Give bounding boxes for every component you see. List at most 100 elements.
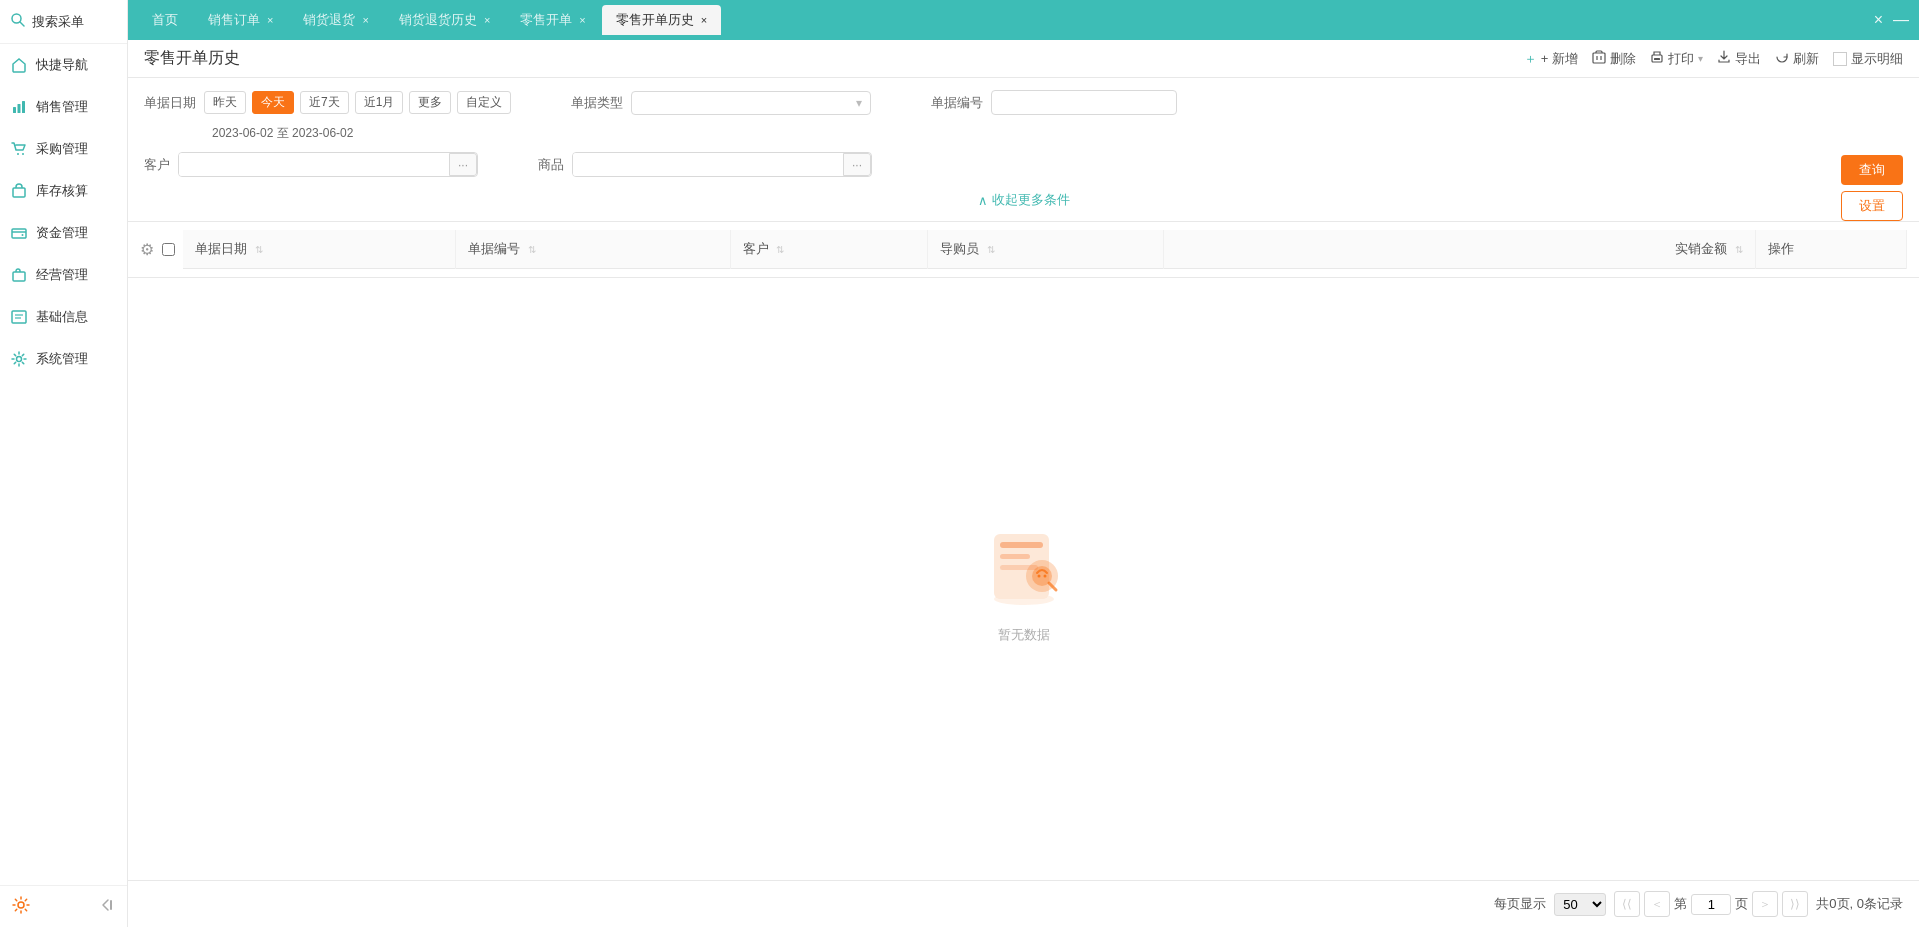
add-button[interactable]: ＋ + 新增 (1524, 50, 1578, 68)
col-date[interactable]: 单据日期 ⇅ (183, 230, 456, 269)
tab-bar: 首页 销售订单 × 销货退货 × 销货退货历史 × 零售开单 × 零售开单历史 … (128, 0, 1919, 40)
last-page-btn[interactable]: ⟩⟩ (1782, 891, 1808, 917)
collapse-btn[interactable]: ∧ 收起更多条件 (978, 191, 1070, 209)
date-filter-buttons: 昨天 今天 近7天 近1月 更多 自定义 (204, 91, 511, 114)
sidebar-item-label: 资金管理 (36, 224, 88, 242)
table-header-row: 单据日期 ⇅ 单据编号 ⇅ 客户 ⇅ (183, 230, 1907, 269)
svg-point-6 (22, 153, 24, 155)
gear-icon (10, 350, 28, 368)
svg-rect-24 (1000, 542, 1043, 548)
sidebar-search-label: 搜索采单 (32, 13, 84, 31)
svg-rect-17 (1593, 53, 1605, 63)
tab-close-retail-open[interactable]: × (579, 14, 585, 26)
print-icon (1650, 50, 1664, 67)
collapse-sidebar-icon[interactable] (97, 896, 115, 917)
svg-rect-8 (12, 229, 26, 238)
sidebar-item-ops[interactable]: 经营管理 (0, 254, 127, 296)
svg-rect-4 (22, 101, 25, 113)
refresh-icon (1775, 50, 1789, 67)
sidebar-item-label: 基础信息 (36, 308, 88, 326)
prev-page-btn[interactable]: ＜ (1644, 891, 1670, 917)
goods-input[interactable] (573, 153, 843, 176)
today-btn[interactable]: 今天 (252, 91, 294, 114)
setting-button[interactable]: 设置 (1841, 191, 1903, 221)
collapse-bar: ∧ 收起更多条件 (144, 187, 1903, 209)
per-page-label: 每页显示 (1494, 895, 1546, 913)
tab-retail-open-history[interactable]: 零售开单历史 × (602, 5, 721, 35)
export-button[interactable]: 导出 (1717, 50, 1761, 68)
settings-icon[interactable] (12, 896, 30, 917)
first-page-btn[interactable]: ⟨⟨ (1614, 891, 1640, 917)
doc-no-field: 单据编号 (931, 90, 1177, 115)
tab-sales-return[interactable]: 销货退货 × (289, 5, 382, 35)
svg-point-14 (17, 357, 22, 362)
export-icon (1717, 50, 1731, 67)
col-salesperson[interactable]: 导购员 ⇅ (927, 230, 1163, 269)
week-btn[interactable]: 近7天 (300, 91, 349, 114)
search-panel: 单据日期 昨天 今天 近7天 近1月 更多 自定义 单据类型 ▾ (128, 78, 1919, 222)
svg-point-9 (22, 234, 24, 236)
table-settings-icon[interactable]: ⚙ (140, 240, 154, 259)
col-customer[interactable]: 客户 ⇅ (730, 230, 927, 269)
tab-sales-return-history[interactable]: 销货退货历史 × (385, 5, 504, 35)
col-amount[interactable]: 实销金额 ⇅ (1163, 230, 1755, 269)
sidebar-item-purchase[interactable]: 采购管理 (0, 128, 127, 170)
tab-close-retail-open-history[interactable]: × (701, 14, 707, 26)
col-action: 操作 (1755, 230, 1906, 269)
wallet-icon (10, 224, 28, 242)
page-input[interactable] (1691, 894, 1731, 915)
sidebar-item-quick-nav[interactable]: 快捷导航 (0, 44, 127, 86)
month-btn[interactable]: 近1月 (355, 91, 404, 114)
goods-input-group: ··· (572, 152, 872, 177)
tab-close-sales-return-history[interactable]: × (484, 14, 490, 26)
pagination: 每页显示 50 100 200 ⟨⟨ ＜ 第 页 ＞ ⟩⟩ 共0页, 0条记录 (128, 880, 1919, 927)
svg-point-30 (1037, 575, 1040, 578)
sidebar-item-system[interactable]: 系统管理 (0, 338, 127, 380)
total-info: 共0页, 0条记录 (1816, 895, 1903, 913)
svg-rect-2 (13, 107, 16, 113)
tab-sales-order[interactable]: 销售订单 × (194, 5, 287, 35)
doc-type-select[interactable]: ▾ (631, 91, 871, 115)
print-button[interactable]: 打印 ▾ (1650, 50, 1703, 68)
sidebar-item-sales[interactable]: 销售管理 (0, 86, 127, 128)
col-no[interactable]: 单据编号 ⇅ (456, 230, 730, 269)
sidebar-item-basic[interactable]: 基础信息 (0, 296, 127, 338)
sidebar-item-inventory[interactable]: 库存核算 (0, 170, 127, 212)
minimize-icon[interactable]: — (1893, 11, 1909, 29)
sort-amount-icon: ⇅ (1735, 244, 1743, 255)
sidebar-search[interactable]: 搜索采单 (0, 0, 127, 44)
tab-close-sales-return[interactable]: × (362, 14, 368, 26)
data-table: 单据日期 ⇅ 单据编号 ⇅ 客户 ⇅ (183, 230, 1907, 269)
empty-state: 暂无数据 (128, 278, 1919, 880)
close-window-icon[interactable]: × (1874, 11, 1883, 29)
custom-btn[interactable]: 自定义 (457, 91, 511, 114)
tab-close-sales-order[interactable]: × (267, 14, 273, 26)
next-page-btn[interactable]: ＞ (1752, 891, 1778, 917)
doc-no-label: 单据编号 (931, 94, 983, 112)
select-all-checkbox[interactable] (162, 243, 175, 256)
per-page-select[interactable]: 50 100 200 (1554, 893, 1606, 916)
search-icon (10, 12, 26, 31)
tab-home[interactable]: 首页 (138, 5, 192, 35)
detail-checkbox[interactable] (1833, 52, 1847, 66)
query-button[interactable]: 查询 (1841, 155, 1903, 185)
delete-icon (1592, 50, 1606, 67)
page-toolbar: 零售开单历史 ＋ + 新增 删除 打印 ▾ (128, 40, 1919, 78)
sidebar-item-label: 采购管理 (36, 140, 88, 158)
customer-input[interactable] (179, 153, 449, 176)
doc-no-input[interactable] (991, 90, 1177, 115)
svg-rect-10 (13, 272, 25, 281)
customer-label: 客户 (144, 156, 170, 174)
chevron-up-icon: ∧ (978, 193, 988, 208)
delete-button[interactable]: 删除 (1592, 50, 1636, 68)
sidebar-item-finance[interactable]: 资金管理 (0, 212, 127, 254)
show-detail-checkbox[interactable]: 显示明细 (1833, 50, 1903, 68)
refresh-button[interactable]: 刷新 (1775, 50, 1819, 68)
svg-point-15 (18, 902, 24, 908)
tab-retail-open[interactable]: 零售开单 × (506, 5, 599, 35)
customer-ellipsis-btn[interactable]: ··· (449, 153, 477, 176)
yesterday-btn[interactable]: 昨天 (204, 91, 246, 114)
more-btn[interactable]: 更多 (409, 91, 451, 114)
goods-ellipsis-btn[interactable]: ··· (843, 153, 871, 176)
page-label-suffix: 页 (1735, 895, 1748, 913)
